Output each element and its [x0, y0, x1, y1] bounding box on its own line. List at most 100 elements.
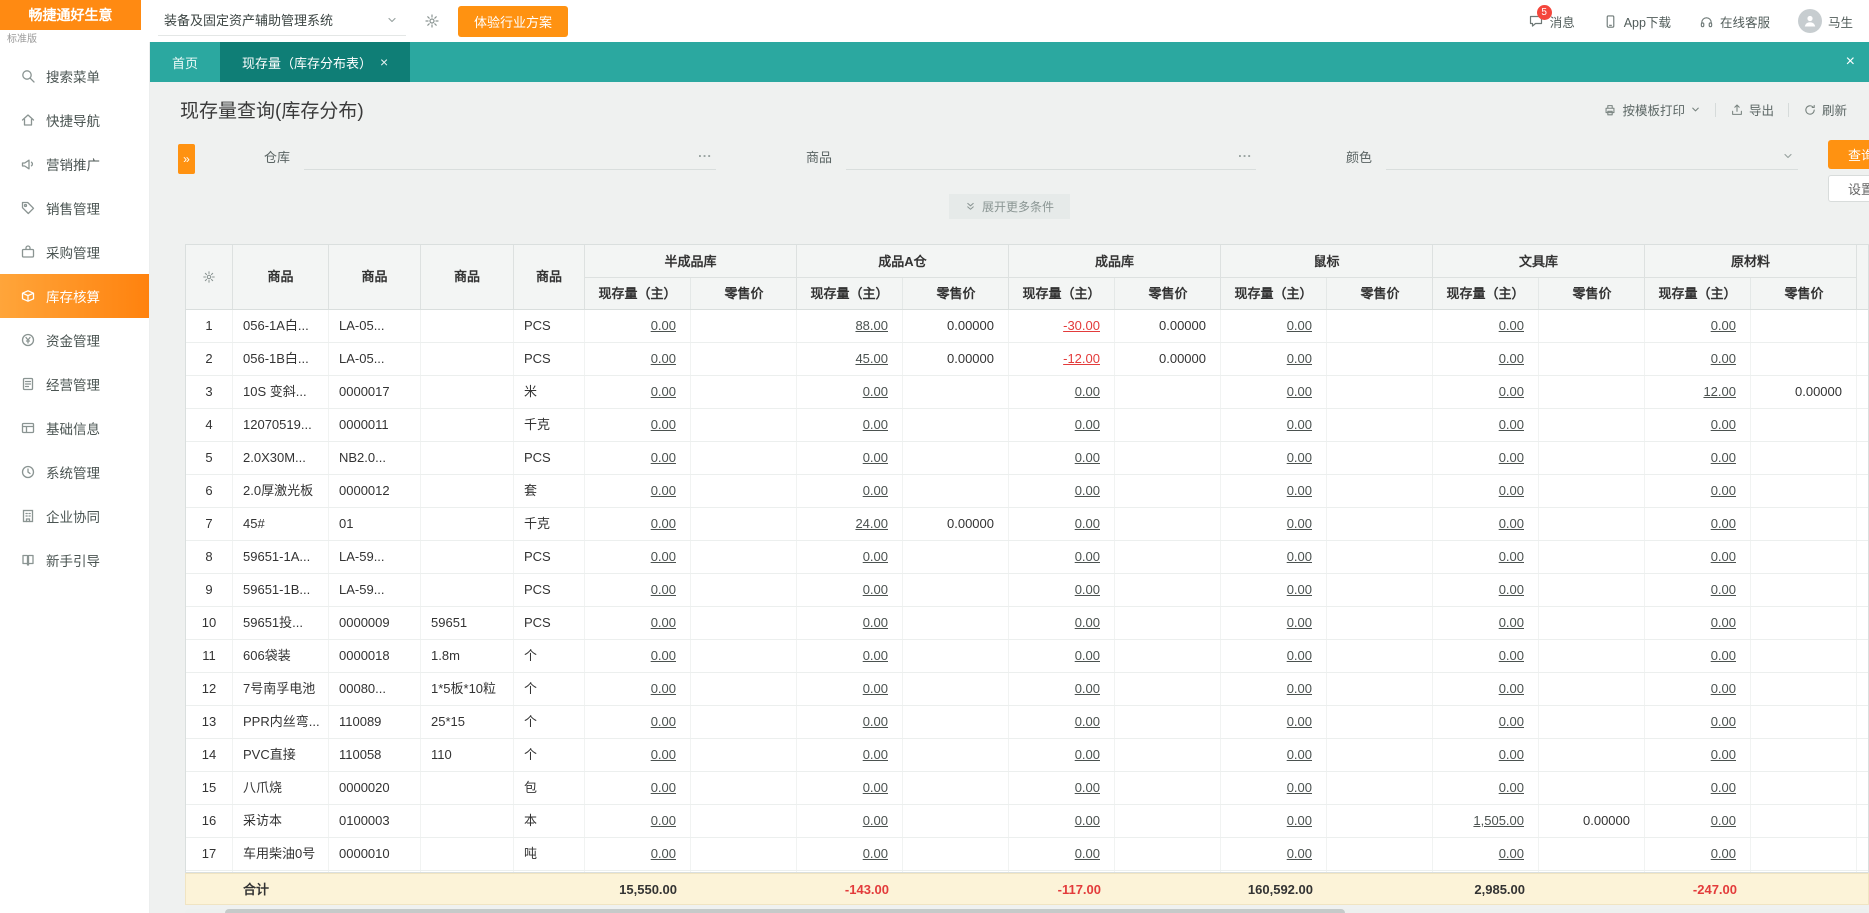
qty-link[interactable]: 0.00 [1287, 648, 1312, 663]
trial-solution-button[interactable]: 体验行业方案 [458, 5, 569, 37]
qty-link[interactable]: 0.00 [863, 450, 888, 465]
qty-link[interactable]: 0.00 [1499, 714, 1524, 729]
app-download-button[interactable]: App下载 [1603, 12, 1671, 31]
qty-link[interactable]: 0.00 [1075, 450, 1100, 465]
table-row[interactable]: 9 59651-1B... LA-59... PCS 0.00 0.00 0.00 0.00 0… [186, 574, 1868, 607]
qty-link[interactable]: 0.00 [1499, 483, 1524, 498]
column-header-product-name[interactable]: 商品 [233, 245, 329, 309]
price-column-header[interactable]: 零售价 [691, 278, 797, 309]
qty-link[interactable]: 0.00 [1499, 384, 1524, 399]
qty-link[interactable]: 0.00 [1499, 615, 1524, 630]
table-row[interactable]: 3 10S 变斜... 0000017 米 0.00 0.00 0.00 0.00 0.00 12… [186, 376, 1868, 409]
qty-link[interactable]: 0.00 [1499, 450, 1524, 465]
qty-link[interactable]: 0.00 [1711, 450, 1736, 465]
qty-link[interactable]: 0.00 [1287, 450, 1312, 465]
qty-link[interactable]: 0.00 [1711, 714, 1736, 729]
qty-link[interactable]: 12.00 [1703, 384, 1736, 399]
qty-link[interactable]: 0.00 [651, 450, 676, 465]
qty-link[interactable]: 0.00 [1711, 582, 1736, 597]
qty-link[interactable]: 0.00 [1711, 780, 1736, 795]
filter-collapse-handle[interactable]: » [178, 144, 195, 174]
sidebar-item-funds[interactable]: 资金管理 [0, 318, 149, 362]
sidebar-item-purchasing[interactable]: 采购管理 [0, 230, 149, 274]
qty-link[interactable]: 0.00 [651, 483, 676, 498]
product-picker-icon[interactable]: ... [1238, 145, 1252, 160]
table-row[interactable]: 17 车用柴油0号 0000010 吨 0.00 0.00 0.00 0.00 0.00 0.00 [186, 838, 1868, 871]
table-row[interactable]: 5 2.0X30M... NB2.0... PCS 0.00 0.00 0.00 0.00 0.… [186, 442, 1868, 475]
qty-link[interactable]: 0.00 [1075, 582, 1100, 597]
qty-link[interactable]: 0.00 [651, 318, 676, 333]
qty-link[interactable]: 0.00 [1075, 549, 1100, 564]
price-column-header[interactable]: 零售价 [1539, 278, 1645, 309]
qty-link[interactable]: 0.00 [1287, 714, 1312, 729]
table-settings-gear-icon[interactable] [186, 245, 233, 309]
qty-column-header[interactable]: 现存量（主） [1009, 278, 1115, 309]
qty-link[interactable]: 0.00 [1499, 780, 1524, 795]
table-row[interactable]: 16 采访本 0100003 本 0.00 0.00 0.00 0.00 1,505.00 0.0… [186, 805, 1868, 838]
qty-link[interactable]: 0.00 [863, 846, 888, 861]
scrollbar-thumb[interactable] [225, 909, 1345, 913]
qty-link[interactable]: 0.00 [1711, 747, 1736, 762]
qty-link[interactable]: 0.00 [1287, 846, 1312, 861]
qty-column-header[interactable]: 现存量（主） [1645, 278, 1751, 309]
qty-link[interactable]: 0.00 [1499, 648, 1524, 663]
qty-column-header[interactable]: 现存量（主） [585, 278, 691, 309]
qty-link[interactable]: 0.00 [1075, 846, 1100, 861]
qty-link[interactable]: 24.00 [855, 516, 888, 531]
qty-link[interactable]: 0.00 [1075, 681, 1100, 696]
qty-link[interactable]: 0.00 [1711, 648, 1736, 663]
qty-link[interactable]: 0.00 [1711, 846, 1736, 861]
qty-link[interactable]: 0.00 [1287, 318, 1312, 333]
qty-link[interactable]: 0.00 [1711, 615, 1736, 630]
qty-link[interactable]: 88.00 [855, 318, 888, 333]
tab-current-stock[interactable]: 现存量（库存分布表） × [220, 42, 411, 82]
qty-link[interactable]: 0.00 [651, 780, 676, 795]
qty-link[interactable]: 0.00 [863, 417, 888, 432]
color-select[interactable] [1386, 142, 1799, 168]
qty-link[interactable]: 0.00 [1711, 318, 1736, 333]
qty-column-header[interactable]: 现存量（主） [797, 278, 903, 309]
qty-link[interactable]: 0.00 [651, 681, 676, 696]
table-row[interactable]: 7 45# 01 千克 0.00 24.00 0.00000 0.00 0.00 0.00 0.00 [186, 508, 1868, 541]
qty-link[interactable]: 0.00 [863, 747, 888, 762]
qty-link[interactable]: 0.00 [863, 615, 888, 630]
sidebar-item-system[interactable]: 系统管理 [0, 450, 149, 494]
qty-link[interactable]: -12.00 [1063, 351, 1100, 366]
qty-link[interactable]: 1,505.00 [1473, 813, 1524, 828]
qty-link[interactable]: 0.00 [651, 516, 676, 531]
qty-column-header[interactable]: 现存量（主） [1433, 278, 1539, 309]
qty-link[interactable]: 0.00 [651, 549, 676, 564]
qty-link[interactable]: 0.00 [651, 648, 676, 663]
qty-link[interactable]: 0.00 [1287, 549, 1312, 564]
table-row[interactable]: 1 056-1A白... LA-05... PCS 0.00 88.00 0.00000 -3… [186, 310, 1868, 343]
sidebar-item-enterprise[interactable]: 企业协同 [0, 494, 149, 538]
sidebar-item-inventory[interactable]: 库存核算 [0, 274, 149, 318]
system-select[interactable]: 装备及固定资产辅助管理系统 [158, 6, 406, 36]
qty-link[interactable]: 0.00 [863, 549, 888, 564]
qty-link[interactable]: 0.00 [1499, 549, 1524, 564]
expand-more-button[interactable]: 展开更多条件 [948, 194, 1070, 219]
tabs-close-all-icon[interactable]: × [1832, 53, 1869, 71]
price-column-header[interactable]: 零售价 [1751, 278, 1857, 309]
qty-link[interactable]: 0.00 [1711, 549, 1736, 564]
qty-link[interactable]: 0.00 [651, 615, 676, 630]
qty-link[interactable]: 0.00 [1711, 681, 1736, 696]
qty-link[interactable]: 0.00 [1075, 417, 1100, 432]
qty-link[interactable]: 0.00 [1075, 615, 1100, 630]
qty-link[interactable]: 0.00 [651, 582, 676, 597]
column-header-product-code[interactable]: 商品 [329, 245, 421, 309]
column-header-product-unit[interactable]: 商品 [514, 245, 585, 309]
qty-link[interactable]: 0.00 [863, 582, 888, 597]
column-header-product-spec[interactable]: 商品 [421, 245, 514, 309]
qty-link[interactable]: 0.00 [1075, 516, 1100, 531]
warehouse-picker-icon[interactable]: ... [698, 145, 712, 160]
qty-link[interactable]: 0.00 [1711, 417, 1736, 432]
qty-link[interactable]: 0.00 [1075, 747, 1100, 762]
table-row[interactable]: 14 PVC直接 110058 110 个 0.00 0.00 0.00 0.00 0.00 0.0… [186, 739, 1868, 772]
qty-link[interactable]: 0.00 [1711, 351, 1736, 366]
sidebar-item-quick-nav[interactable]: 快捷导航 [0, 98, 149, 142]
print-template-button[interactable]: 按模板打印 [1603, 100, 1701, 119]
table-row[interactable]: 4 12070519... 0000011 千克 0.00 0.00 0.00 0.00 0.0… [186, 409, 1868, 442]
qty-link[interactable]: 0.00 [651, 813, 676, 828]
qty-link[interactable]: 0.00 [651, 747, 676, 762]
